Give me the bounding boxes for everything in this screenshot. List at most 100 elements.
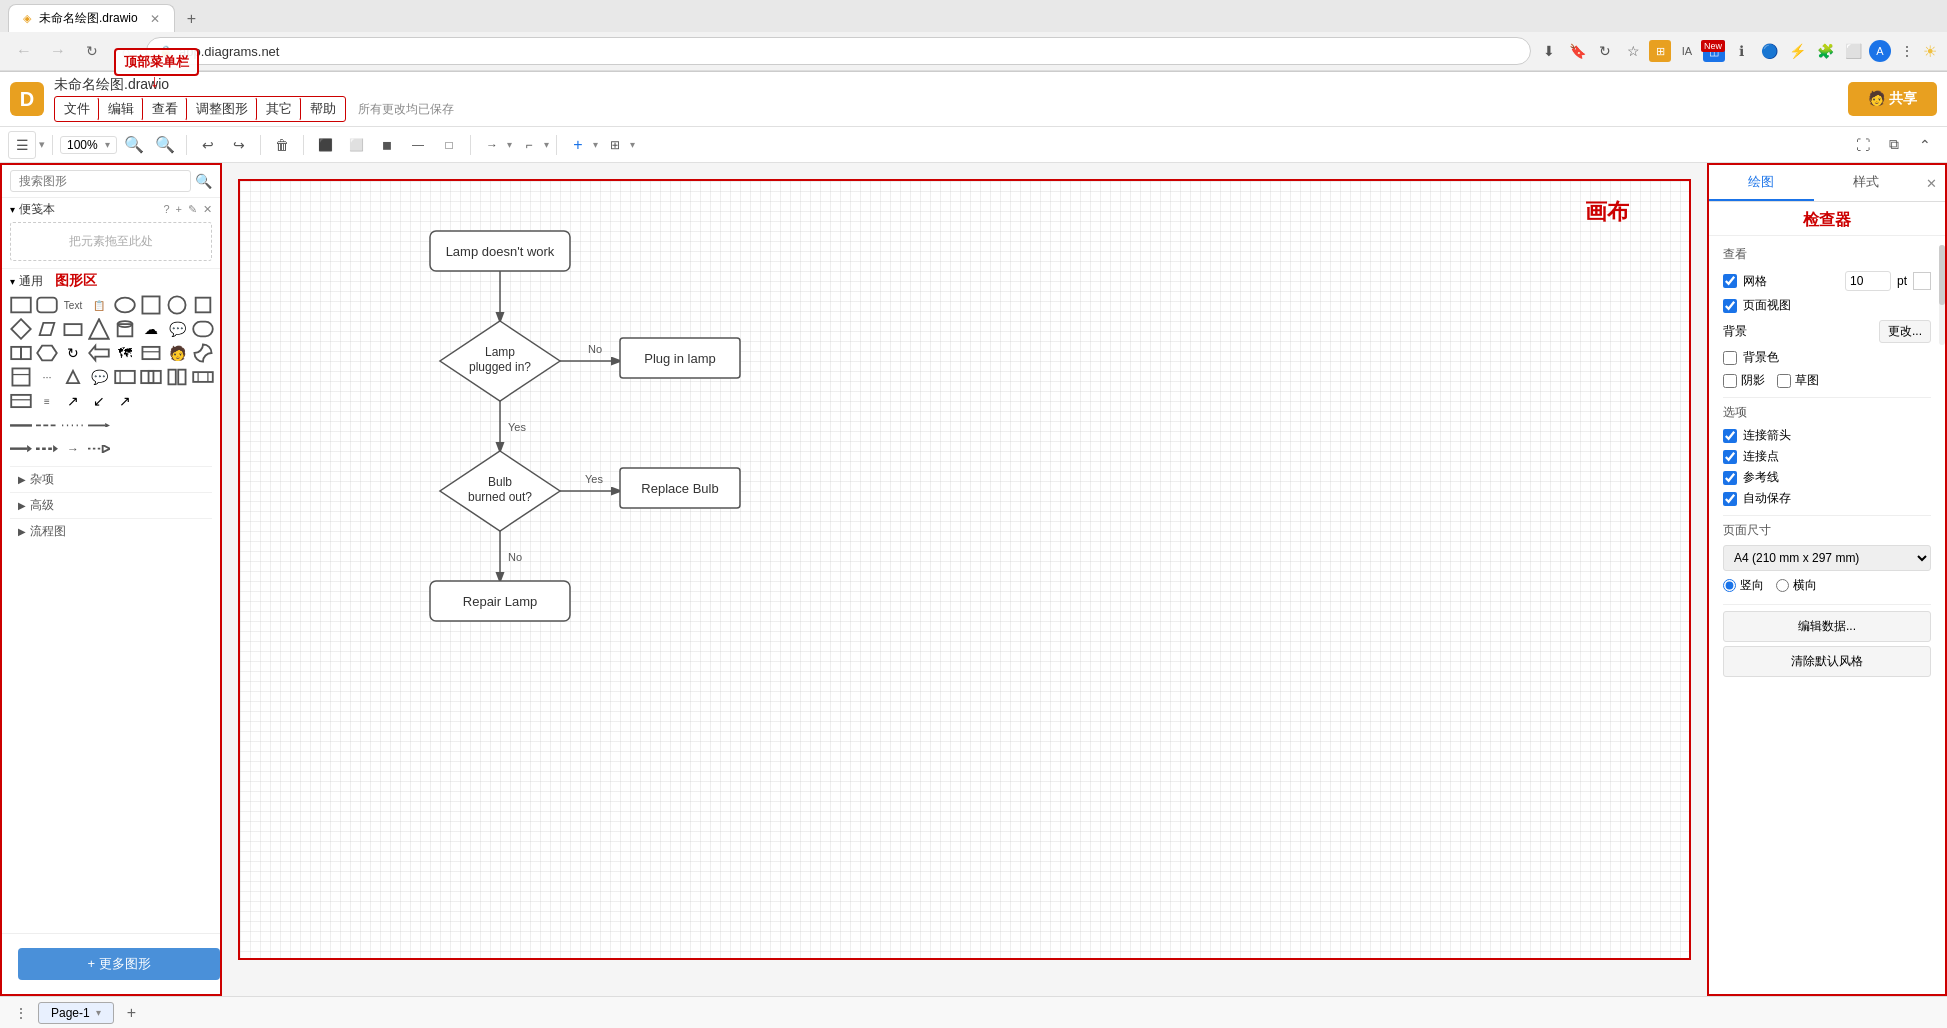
address-bar[interactable]: 🔒 app.diagrams.net xyxy=(146,37,1531,65)
menu-file[interactable]: 文件 xyxy=(55,97,99,121)
shape-t4[interactable]: ↙ xyxy=(88,390,110,412)
star-icon[interactable]: ☆ xyxy=(1621,39,1645,63)
shape-triangle[interactable] xyxy=(88,318,110,340)
table-btn[interactable]: ⊞ xyxy=(601,131,629,159)
ia-icon[interactable]: IA xyxy=(1675,39,1699,63)
sun-icon[interactable]: ☀ xyxy=(1923,42,1937,61)
shape-rect[interactable] xyxy=(10,294,32,316)
fullscreen-btn[interactable]: ⛶ xyxy=(1849,131,1877,159)
shape-r5[interactable] xyxy=(114,366,136,388)
shape-s2[interactable] xyxy=(36,342,58,364)
auto-save-checkbox[interactable] xyxy=(1723,492,1737,506)
guide-lines-checkbox[interactable] xyxy=(1723,471,1737,485)
puzzle-icon[interactable]: 🧩 xyxy=(1813,39,1837,63)
scratch-help[interactable]: ? xyxy=(163,203,169,216)
shadow-btn[interactable]: □ xyxy=(435,131,463,159)
to-back-btn[interactable]: ⬜ xyxy=(342,131,370,159)
shape-text[interactable]: Text xyxy=(62,294,84,316)
menu-view[interactable]: 查看 xyxy=(143,97,187,121)
line-2[interactable] xyxy=(36,414,58,436)
delete-btn[interactable]: 🗑 xyxy=(268,131,296,159)
tab-close-icon[interactable]: ✕ xyxy=(150,12,160,26)
undo-btn[interactable]: ↩ xyxy=(194,131,222,159)
shape-cylinder[interactable] xyxy=(114,318,136,340)
reload-btn[interactable]: ↻ xyxy=(78,37,106,65)
shape-sticky[interactable]: 📋 xyxy=(88,294,110,316)
clear-style-btn[interactable]: 清除默认风格 xyxy=(1723,646,1931,677)
arrow-1[interactable] xyxy=(10,438,32,460)
scratch-add[interactable]: + xyxy=(176,203,182,216)
new-tab-btn[interactable]: + xyxy=(179,6,204,32)
grid-size-input[interactable] xyxy=(1845,271,1891,291)
background-btn[interactable]: 更改... xyxy=(1879,320,1931,343)
shape-r4[interactable]: 💬 xyxy=(88,366,110,388)
zoom-out-btn[interactable]: 🔍 xyxy=(151,131,179,159)
shape-s5[interactable]: 🗺 xyxy=(114,342,136,364)
shape-rect4[interactable] xyxy=(192,318,214,340)
bg-color-checkbox[interactable] xyxy=(1723,351,1737,365)
menu-help[interactable]: 帮助 xyxy=(301,97,345,121)
avatar-icon[interactable]: A xyxy=(1869,40,1891,62)
shape-r6[interactable] xyxy=(140,366,162,388)
page-menu-btn[interactable]: ⋮ xyxy=(8,1003,34,1023)
shape-rect2[interactable] xyxy=(192,294,214,316)
menu-icon[interactable]: ⋮ xyxy=(1895,39,1919,63)
line-4[interactable] xyxy=(88,414,110,436)
add-page-btn[interactable]: + xyxy=(118,1001,145,1025)
color-circle-icon[interactable]: 🔵 xyxy=(1757,39,1781,63)
shadow-checkbox[interactable] xyxy=(1723,374,1737,388)
shape-s3[interactable]: ↻ xyxy=(62,342,84,364)
shape-s4[interactable] xyxy=(88,342,110,364)
fill-btn[interactable]: ◼ xyxy=(373,131,401,159)
share-button[interactable]: 🧑 共享 xyxy=(1848,82,1937,116)
to-front-btn[interactable]: ⬛ xyxy=(311,131,339,159)
menu-other[interactable]: 其它 xyxy=(257,97,301,121)
edit-data-btn[interactable]: 编辑数据... xyxy=(1723,611,1931,642)
arrow-2[interactable] xyxy=(36,438,58,460)
category-misc[interactable]: ▶ 杂项 xyxy=(10,466,212,492)
line-1[interactable] xyxy=(10,414,32,436)
grid-checkbox[interactable] xyxy=(1723,274,1737,288)
download-icon[interactable]: ⬇ xyxy=(1537,39,1561,63)
category-flowchart[interactable]: ▶ 流程图 xyxy=(10,518,212,544)
window-icon[interactable]: ⬜ xyxy=(1841,39,1865,63)
connect-points-checkbox[interactable] xyxy=(1723,450,1737,464)
page-size-select[interactable]: A4 (210 mm x 297 mm) xyxy=(1723,545,1931,571)
shape-t2[interactable]: ≡ xyxy=(36,390,58,412)
scratch-edit[interactable]: ✎ xyxy=(188,203,197,216)
shape-r1[interactable] xyxy=(10,366,32,388)
redo-btn[interactable]: ↪ xyxy=(225,131,253,159)
forward-btn[interactable]: → xyxy=(44,37,72,65)
menu-edit[interactable]: 编辑 xyxy=(99,97,143,121)
collapse-btn[interactable]: ⧉ xyxy=(1880,131,1908,159)
shape-s6[interactable] xyxy=(140,342,162,364)
scratch-close[interactable]: ✕ xyxy=(203,203,212,216)
connection-btn[interactable]: → xyxy=(478,131,506,159)
toggle-panel-btn[interactable]: ☰ xyxy=(8,131,36,159)
shape-speech[interactable]: 💬 xyxy=(166,318,188,340)
portrait-radio[interactable] xyxy=(1723,579,1736,592)
connect-arrows-checkbox[interactable] xyxy=(1723,429,1737,443)
tab-diagram[interactable]: 绘图 xyxy=(1709,165,1814,201)
more-shapes-btn[interactable]: + 更多图形 xyxy=(18,948,220,980)
shape-rect-r[interactable] xyxy=(36,294,58,316)
shape-s8[interactable] xyxy=(192,342,214,364)
insert-btn[interactable]: + xyxy=(564,131,592,159)
shape-sq[interactable] xyxy=(140,294,162,316)
shape-r7[interactable] xyxy=(166,366,188,388)
shape-r8[interactable] xyxy=(192,366,214,388)
shape-r2[interactable]: ··· xyxy=(36,366,58,388)
shape-parallelogram[interactable] xyxy=(36,318,58,340)
tab-style[interactable]: 样式 xyxy=(1814,165,1919,201)
zoom-in-btn[interactable]: 🔍 xyxy=(120,131,148,159)
search-input[interactable] xyxy=(10,170,191,192)
shape-t5[interactable]: ↗ xyxy=(114,390,136,412)
arrow-4[interactable] xyxy=(88,438,110,460)
category-advanced[interactable]: ▶ 高级 xyxy=(10,492,212,518)
apps-icon[interactable]: ⊞ xyxy=(1649,40,1671,62)
info-icon[interactable]: ℹ xyxy=(1729,39,1753,63)
shape-t3[interactable]: ↗ xyxy=(62,390,84,412)
grid-color-box[interactable] xyxy=(1913,272,1931,290)
shape-rect3[interactable] xyxy=(62,318,84,340)
arrow-3[interactable]: → xyxy=(62,438,84,460)
